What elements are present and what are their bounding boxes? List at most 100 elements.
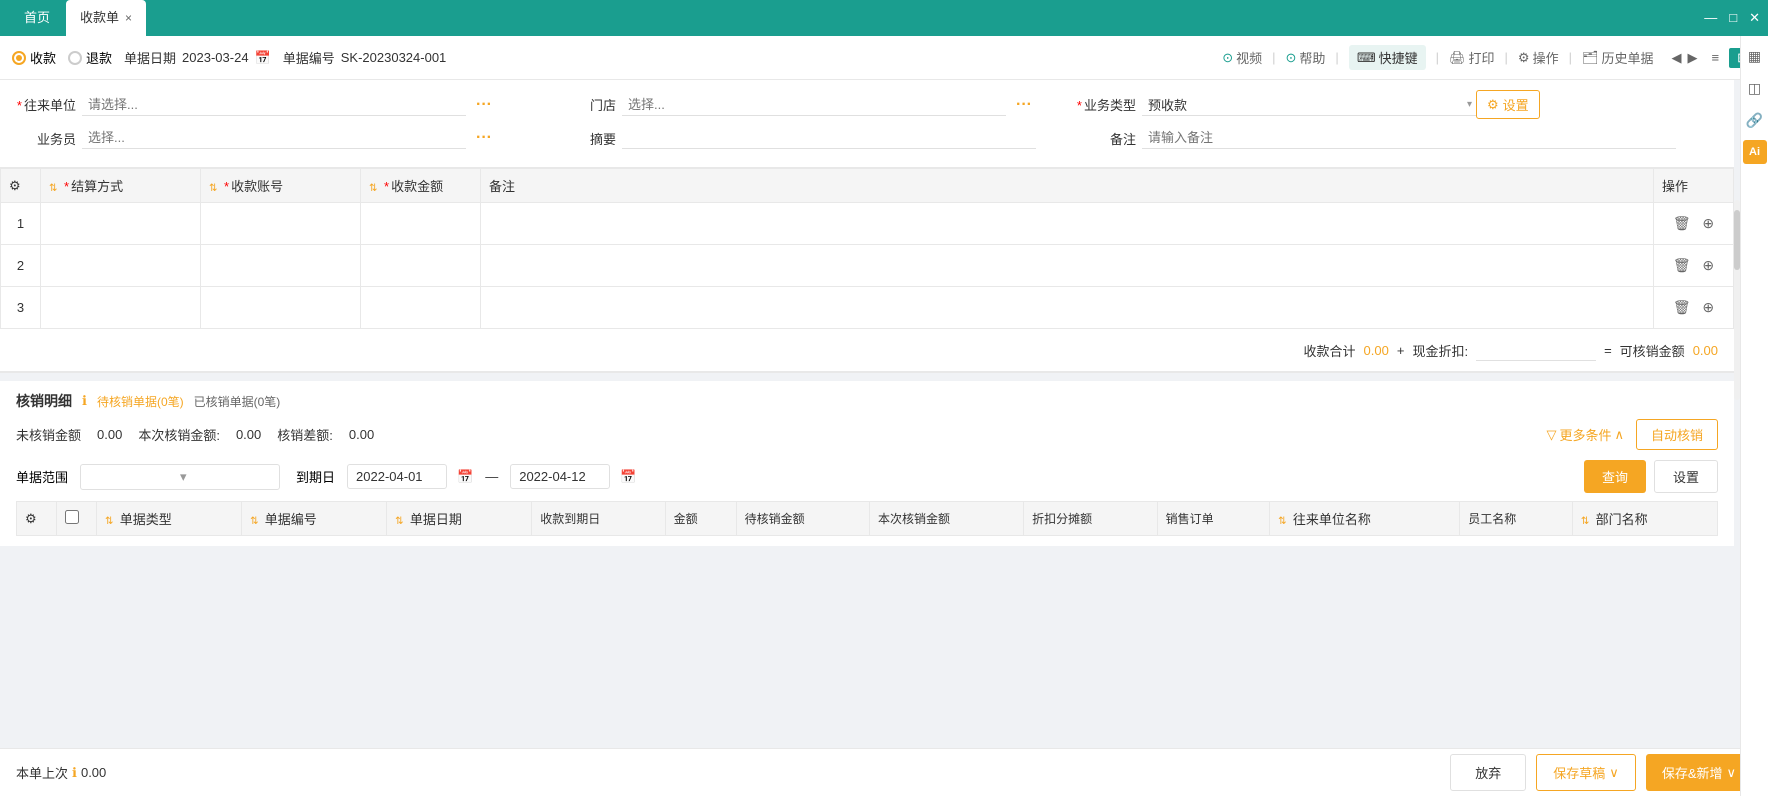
row2-settle[interactable]: [41, 245, 201, 287]
action-help[interactable]: ⊙ 帮助: [1286, 48, 1326, 67]
row2-copy-btn[interactable]: ⊕: [1698, 255, 1718, 276]
diff-label: 核销差额:: [277, 425, 333, 444]
row3-settle[interactable]: [41, 287, 201, 329]
auto-writeoff-button[interactable]: 自动核销: [1636, 419, 1718, 450]
row1-account[interactable]: [201, 203, 361, 245]
uncancelled-label: 未核销金额: [16, 425, 81, 444]
shop-input[interactable]: [622, 94, 1006, 116]
due-date-to-input[interactable]: [510, 464, 610, 489]
shop-more-btn[interactable]: ···: [1012, 96, 1036, 114]
form-row-2: 业务员 ··· 摘要 备注: [16, 127, 1718, 149]
action-print[interactable]: 🖨 打印: [1449, 48, 1495, 67]
operate-icon: ⚙: [1518, 50, 1530, 66]
action-history[interactable]: 🗂 历史单据: [1582, 48, 1654, 67]
action-operate[interactable]: ⚙ 操作: [1518, 48, 1559, 67]
scrollbar-thumb[interactable]: [1734, 210, 1740, 270]
maximize-icon[interactable]: □: [1729, 10, 1737, 26]
row3-remark[interactable]: [481, 287, 1654, 329]
form-area: 往来单位 ··· 门店 ··· 业务类型 ▾ ⚙ 设置: [0, 80, 1734, 168]
tab-pending[interactable]: 待核销单据(0笔): [97, 393, 184, 410]
number-value: SK-20230324-001: [341, 50, 447, 65]
range-select[interactable]: ▾: [80, 464, 280, 490]
row1-copy-btn[interactable]: ⊕: [1698, 213, 1718, 234]
staff-more-btn[interactable]: ···: [472, 129, 496, 147]
biz-type-select[interactable]: ▾: [1142, 94, 1476, 116]
row3-account[interactable]: [201, 287, 361, 329]
sort-date-icon[interactable]: ⇅: [395, 516, 403, 527]
sort-settle-icon[interactable]: ⇅: [49, 183, 57, 194]
biz-type-label: 业务类型: [1076, 95, 1136, 114]
sort-counterpart-icon[interactable]: ⇅: [1278, 516, 1286, 527]
chevron-up-icon: ∧: [1614, 427, 1624, 443]
lth-due-date: 收款到期日: [532, 502, 665, 536]
select-all-checkbox[interactable]: [65, 510, 79, 524]
save-new-button[interactable]: 保存&新增 ∨: [1646, 754, 1752, 791]
lth-settings[interactable]: ⚙: [17, 502, 57, 536]
discount-input[interactable]: [1476, 339, 1596, 361]
remark-input[interactable]: [1142, 127, 1676, 149]
tab-close-icon[interactable]: ×: [125, 0, 132, 36]
sort-account-icon[interactable]: ⇅: [209, 183, 217, 194]
calendar-icon[interactable]: 📅: [255, 50, 271, 66]
sidebar-ai-icon[interactable]: Ai: [1743, 140, 1767, 164]
writeoff-info-icon[interactable]: ℹ: [82, 393, 87, 409]
sort-type-icon[interactable]: ⇅: [105, 516, 113, 527]
row3-delete-btn[interactable]: 🗑: [1669, 297, 1695, 318]
biz-type-arrow[interactable]: ▾: [1463, 99, 1476, 110]
action-shortcut[interactable]: ⌨ 快捷键: [1349, 45, 1426, 70]
row3-copy-btn[interactable]: ⊕: [1698, 297, 1718, 318]
due-date-from-input[interactable]: [347, 464, 447, 489]
row3-idx: 3: [1, 287, 41, 329]
row3-amount[interactable]: [361, 287, 481, 329]
close-icon[interactable]: ✕: [1749, 10, 1760, 26]
sort-dept-icon[interactable]: ⇅: [1581, 516, 1589, 527]
counterpart-more-btn[interactable]: ···: [472, 96, 496, 114]
remark-field: 备注: [1076, 127, 1676, 149]
query-button[interactable]: 查询: [1584, 460, 1646, 493]
sidebar-table-icon[interactable]: ▦: [1743, 44, 1767, 68]
abandon-button[interactable]: 放弃: [1450, 754, 1526, 791]
staff-input[interactable]: [82, 127, 466, 149]
row1-settle[interactable]: [41, 203, 201, 245]
radio-tuikuan[interactable]: 退款: [68, 48, 112, 67]
tab-active[interactable]: 收款单 ×: [66, 0, 146, 36]
biz-type-input[interactable]: [1142, 94, 1463, 115]
lth-checkbox[interactable]: [57, 502, 97, 536]
minimize-icon[interactable]: —: [1704, 10, 1717, 26]
row1-ops: 🗑 ⊕: [1654, 203, 1734, 245]
more-conditions-btn[interactable]: ▽ 更多条件 ∧: [1546, 425, 1624, 444]
settings-button[interactable]: ⚙ 设置: [1476, 90, 1540, 119]
tab-home[interactable]: 首页: [8, 0, 66, 36]
row2-remark[interactable]: [481, 245, 1654, 287]
date-field: 单据日期 2023-03-24 📅: [124, 48, 271, 67]
row1-amount[interactable]: [361, 203, 481, 245]
remark-label: 备注: [1076, 129, 1136, 148]
table-row: 1 🗑 ⊕: [1, 203, 1734, 245]
row1-remark[interactable]: [481, 203, 1654, 245]
sort-number-icon[interactable]: ⇅: [250, 516, 258, 527]
sidebar-doc-icon[interactable]: ◫: [1743, 76, 1767, 100]
calendar-to-icon[interactable]: 📅: [620, 469, 636, 485]
scrollbar-area: [1734, 200, 1740, 400]
row2-delete-btn[interactable]: 🗑: [1669, 255, 1695, 276]
next-icon[interactable]: ▶: [1688, 50, 1698, 66]
settings-gear-icon: ⚙: [1487, 97, 1499, 113]
action-video[interactable]: ⊙ 视频: [1222, 48, 1262, 67]
prev-icon[interactable]: ◀: [1672, 50, 1682, 66]
list-view-icon[interactable]: ≡: [1712, 50, 1720, 65]
counterpart-input[interactable]: [82, 94, 466, 116]
sidebar-link-icon[interactable]: 🔗: [1743, 108, 1767, 132]
radio-shoukuan[interactable]: 收款: [12, 48, 56, 67]
th-settings[interactable]: ⚙: [1, 169, 41, 203]
row1-delete-btn[interactable]: 🗑: [1669, 213, 1695, 234]
calendar-from-icon[interactable]: 📅: [457, 469, 473, 485]
summary-input[interactable]: [622, 127, 1036, 149]
sort-amount-icon[interactable]: ⇅: [369, 183, 377, 194]
lth-date: ⇅ 单据日期: [387, 502, 532, 536]
table-header-row: ⚙ ⇅ 结算方式 ⇅ 收款账号 ⇅ 收款金额 备注: [1, 169, 1734, 203]
row2-amount[interactable]: [361, 245, 481, 287]
tab-done[interactable]: 已核销单据(0笔): [194, 393, 281, 410]
table-settings-button[interactable]: 设置: [1654, 460, 1718, 493]
row2-account[interactable]: [201, 245, 361, 287]
save-draft-button[interactable]: 保存草稿 ∨: [1536, 754, 1636, 791]
